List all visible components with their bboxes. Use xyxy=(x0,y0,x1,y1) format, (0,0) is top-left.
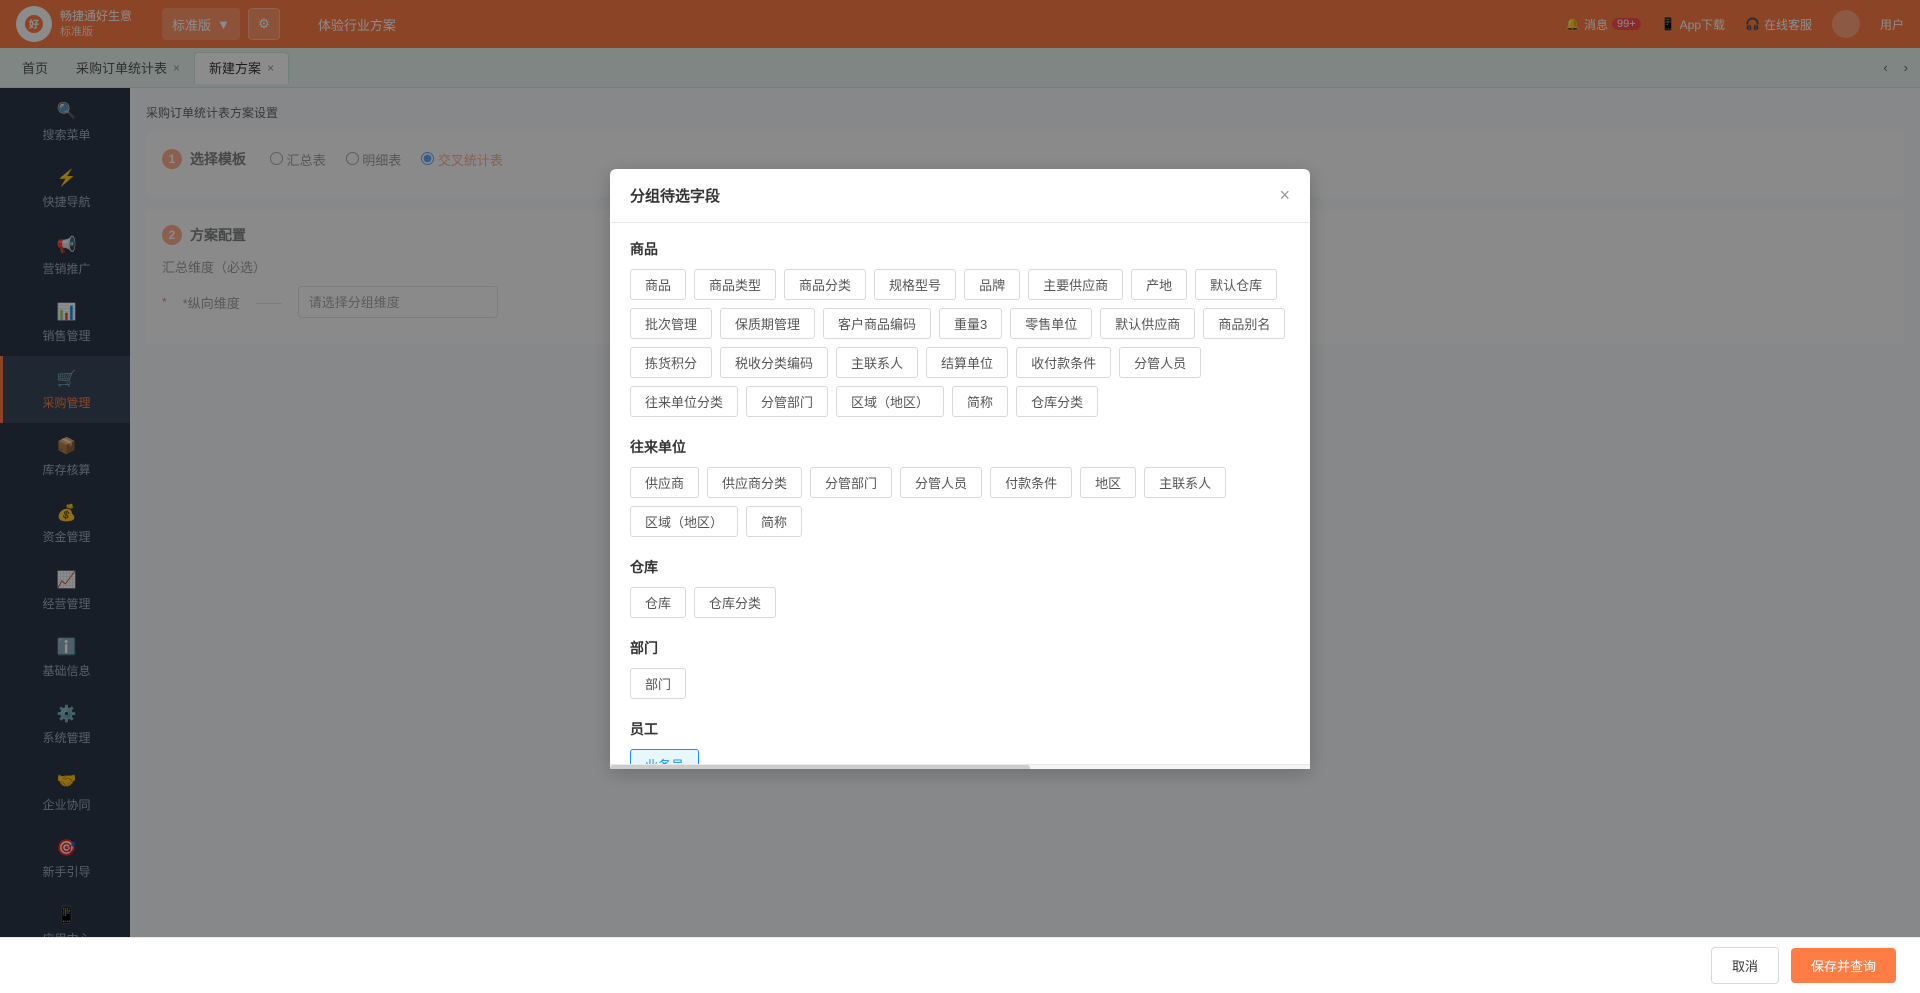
bottom-bar: 取消 保存并查询 xyxy=(0,937,1920,993)
modal-title: 分组待选字段 xyxy=(630,185,720,206)
field-tag-contact-partner[interactable]: 主联系人 xyxy=(1144,467,1226,498)
modal-horizontal-scrollbar[interactable] xyxy=(610,764,1310,769)
field-tag-region-partner[interactable]: 区域（地区） xyxy=(630,506,738,537)
field-tag-brand[interactable]: 品牌 xyxy=(964,269,1020,300)
field-group-warehouse: 仓库 仓库 仓库分类 xyxy=(630,557,1290,618)
field-tag-shelf-life[interactable]: 保质期管理 xyxy=(720,308,815,339)
field-tag-tax-code[interactable]: 税收分类编码 xyxy=(720,347,828,378)
field-tag-spec-model[interactable]: 规格型号 xyxy=(874,269,956,300)
field-tag-weight[interactable]: 重量3 xyxy=(939,308,1002,339)
group-title-dept: 部门 xyxy=(630,638,1290,658)
modal-close-button[interactable]: × xyxy=(1279,186,1290,204)
field-tag-retail-unit[interactable]: 零售单位 xyxy=(1010,308,1092,339)
field-tag-pick-score[interactable]: 拣货积分 xyxy=(630,347,712,378)
field-tag-origin[interactable]: 产地 xyxy=(1131,269,1187,300)
field-tag-product-type[interactable]: 商品类型 xyxy=(694,269,776,300)
field-tag-abbr[interactable]: 简称 xyxy=(952,386,1008,417)
field-tag-warehouse-category[interactable]: 仓库分类 xyxy=(1016,386,1098,417)
field-tag-default-warehouse[interactable]: 默认仓库 xyxy=(1195,269,1277,300)
field-tag-payment-condition[interactable]: 付款条件 xyxy=(990,467,1072,498)
field-tag-supplier-category[interactable]: 供应商分类 xyxy=(707,467,802,498)
field-tag-salesperson[interactable]: 业务员 xyxy=(630,749,699,764)
field-tag-warehouse[interactable]: 仓库 xyxy=(630,587,686,618)
field-tag-main-supplier[interactable]: 主要供应商 xyxy=(1028,269,1123,300)
field-tag-settlement-unit[interactable]: 结算单位 xyxy=(926,347,1008,378)
product-field-tags: 商品 商品类型 商品分类 规格型号 品牌 主要供应商 产地 默认仓库 批次管理 … xyxy=(630,269,1290,417)
field-select-modal: 分组待选字段 × 商品 商品 商品类型 商品分类 规格型号 品牌 主要供应商 产… xyxy=(610,169,1310,769)
field-group-product: 商品 商品 商品类型 商品分类 规格型号 品牌 主要供应商 产地 默认仓库 批次… xyxy=(630,239,1290,417)
field-group-staff: 员工 业务员 xyxy=(630,719,1290,764)
field-tag-customer-code[interactable]: 客户商品编码 xyxy=(823,308,931,339)
field-tag-warehouse-cat[interactable]: 仓库分类 xyxy=(694,587,776,618)
field-tag-product-alias[interactable]: 商品别名 xyxy=(1203,308,1285,339)
field-tag-manager[interactable]: 分管人员 xyxy=(1119,347,1201,378)
group-title-product: 商品 xyxy=(630,239,1290,259)
field-tag-batch-mgmt[interactable]: 批次管理 xyxy=(630,308,712,339)
field-tag-main-contact[interactable]: 主联系人 xyxy=(836,347,918,378)
dept-field-tags: 部门 xyxy=(630,668,1290,699)
modal-header: 分组待选字段 × xyxy=(610,169,1310,223)
staff-field-tags: 业务员 xyxy=(630,749,1290,764)
field-tag-manage-dept[interactable]: 分管部门 xyxy=(746,386,828,417)
modal-body: 商品 商品 商品类型 商品分类 规格型号 品牌 主要供应商 产地 默认仓库 批次… xyxy=(610,223,1310,764)
modal-scrollbar-thumb xyxy=(610,765,1030,769)
field-tag-partner-category[interactable]: 往来单位分类 xyxy=(630,386,738,417)
partner-field-tags: 供应商 供应商分类 分管部门 分管人员 付款条件 地区 主联系人 区域（地区） … xyxy=(630,467,1290,537)
field-tag-default-supplier[interactable]: 默认供应商 xyxy=(1100,308,1195,339)
field-tag-product[interactable]: 商品 xyxy=(630,269,686,300)
save-button[interactable]: 保存并查询 xyxy=(1791,948,1896,983)
field-group-partner: 往来单位 供应商 供应商分类 分管部门 分管人员 付款条件 地区 主联系人 区域… xyxy=(630,437,1290,537)
field-tag-area[interactable]: 地区 xyxy=(1080,467,1136,498)
field-tag-manager-partner[interactable]: 分管人员 xyxy=(900,467,982,498)
modal-overlay: 分组待选字段 × 商品 商品 商品类型 商品分类 规格型号 品牌 主要供应商 产… xyxy=(0,0,1920,937)
group-title-partner: 往来单位 xyxy=(630,437,1290,457)
group-title-warehouse: 仓库 xyxy=(630,557,1290,577)
field-tag-product-category[interactable]: 商品分类 xyxy=(784,269,866,300)
warehouse-field-tags: 仓库 仓库分类 xyxy=(630,587,1290,618)
field-tag-dept[interactable]: 部门 xyxy=(630,668,686,699)
group-title-staff: 员工 xyxy=(630,719,1290,739)
field-tag-abbr-partner[interactable]: 简称 xyxy=(746,506,802,537)
field-tag-region[interactable]: 区域（地区） xyxy=(836,386,944,417)
field-tag-payment-terms[interactable]: 收付款条件 xyxy=(1016,347,1111,378)
field-group-dept: 部门 部门 xyxy=(630,638,1290,699)
field-tag-dept-partner[interactable]: 分管部门 xyxy=(810,467,892,498)
field-tag-supplier[interactable]: 供应商 xyxy=(630,467,699,498)
cancel-button[interactable]: 取消 xyxy=(1711,947,1779,984)
